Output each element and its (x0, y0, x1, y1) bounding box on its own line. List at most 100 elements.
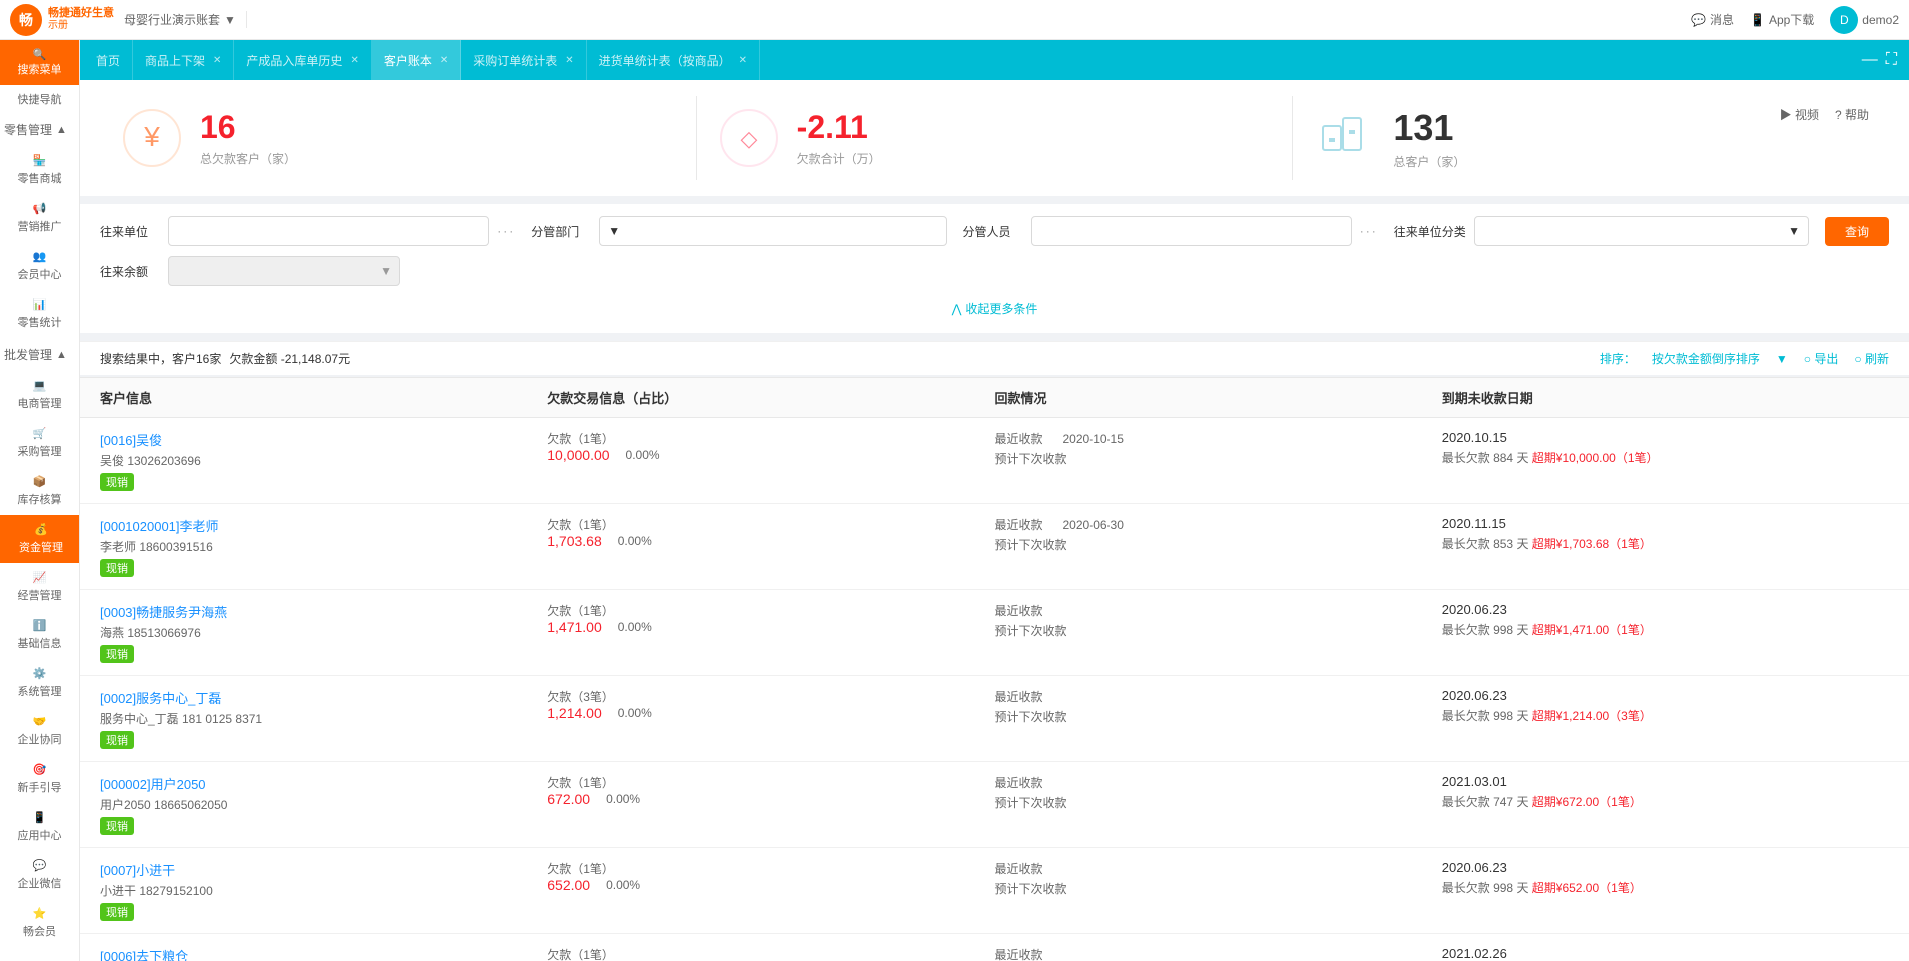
tab-maximize-btn[interactable]: ⛶ (1886, 51, 1897, 69)
user-menu[interactable]: D demo2 (1830, 6, 1899, 34)
stat-top-right: ▶ 视频 ? 帮助 (1780, 106, 1869, 123)
sidebar-item-purchase[interactable]: 🛒 采购管理 (0, 419, 79, 467)
debt-amount-4: 672.00 (547, 791, 590, 807)
sidebar-item-retail-mgmt[interactable]: 零售管理 ▲ (0, 113, 79, 146)
next-payment-5: 预计下次收款 (995, 880, 1442, 897)
customer-name-5[interactable]: [0007]小进干 (100, 860, 547, 879)
overdue-amount-3[interactable]: 超期¥1,214.00（3笔） (1532, 709, 1652, 723)
member-icon: 👥 (33, 250, 47, 263)
sidebar-item-wechat[interactable]: 💬 企业微信 (0, 851, 79, 899)
sidebar-item-cooperation[interactable]: 🤝 企业协同 (0, 707, 79, 755)
due-date-6: 2021.02.26 (1442, 946, 1889, 961)
export-btn[interactable]: ○ 导出 (1804, 350, 1839, 367)
cell-repayment-1: 最近收款 2020-06-30 预计下次收款 (995, 516, 1442, 553)
sidebar-item-business[interactable]: 📈 经营管理 (0, 563, 79, 611)
customer-name-3[interactable]: [0002]服务中心_丁磊 (100, 688, 547, 707)
overdue-amount-0[interactable]: 超期¥10,000.00（1笔） (1532, 451, 1659, 465)
filter-input-person[interactable] (1031, 216, 1352, 246)
sidebar-item-finance[interactable]: 💰 资金管理 (0, 515, 79, 563)
debt-amount-1: 1,703.68 (547, 533, 602, 549)
wholesale-mgmt-label: 批发管理 (4, 346, 52, 363)
next-payment-1: 预计下次收款 (995, 536, 1442, 553)
cell-due-date-1: 2020.11.15 最长欠款 853 天 超期¥1,703.68（1笔） (1442, 516, 1889, 552)
sidebar-item-system[interactable]: ⚙️ 系统管理 (0, 659, 79, 707)
tab-product-shelf-close[interactable]: ✕ (213, 55, 221, 66)
filter-select-unit-type[interactable]: ▼ (1474, 216, 1809, 246)
tab-goods-stats[interactable]: 进货单统计表（按商品） ✕ (587, 40, 760, 80)
sidebar-item-wholesale-mgmt[interactable]: 批发管理 ▲ (0, 338, 79, 371)
sidebar-item-retail-stats[interactable]: 📊 零售统计 (0, 290, 79, 338)
stat-label-total-customers: 总客户（家） (1393, 153, 1465, 170)
query-button[interactable]: 查询 (1825, 217, 1889, 246)
sidebar-item-guide[interactable]: 🎯 新手引导 (0, 755, 79, 803)
tab-purchase-stats-close[interactable]: ✕ (565, 55, 573, 66)
cell-repayment-2: 最近收款 预计下次收款 (995, 602, 1442, 639)
video-icon: ▶ (1780, 108, 1792, 122)
tab-customer-account-close[interactable]: ✕ (440, 55, 448, 66)
basic-info-icon: ℹ️ (33, 619, 47, 632)
customer-name-2[interactable]: [0003]畅捷服务尹海燕 (100, 602, 547, 621)
overdue-amount-2[interactable]: 超期¥1,471.00（1笔） (1532, 623, 1652, 637)
filter-select-dept[interactable]: ▼ (599, 216, 946, 246)
sort-value[interactable]: 按欠款金额倒序排序 (1652, 350, 1760, 367)
tab-product-shelf[interactable]: 商品上下架 ✕ (133, 40, 234, 80)
message-btn[interactable]: 💬 消息 (1691, 11, 1734, 28)
svg-text:◇: ◇ (740, 126, 757, 151)
debt-amount-row-1: 1,703.68 0.00% (547, 533, 994, 549)
tab-customer-account[interactable]: 客户账本 ✕ (372, 40, 461, 80)
cell-repayment-0: 最近收款 2020-10-15 预计下次收款 (995, 430, 1442, 467)
overdue-amount-1[interactable]: 超期¥1,703.68（1笔） (1532, 537, 1652, 551)
collapse-btn[interactable]: ⋀ 收起更多条件 (100, 296, 1889, 321)
overdue-amount-5[interactable]: 超期¥652.00（1笔） (1532, 881, 1642, 895)
sidebar-item-basic-info[interactable]: ℹ️ 基础信息 (0, 611, 79, 659)
result-bar: 搜索结果中，客户16家 欠款金额 -21,148.07元 排序： 按欠款金额倒序… (80, 341, 1909, 375)
tab-home[interactable]: 首页 (84, 40, 133, 80)
sidebar-item-marketing[interactable]: 📢 营销推广 (0, 194, 79, 242)
overdue-amount-4[interactable]: 超期¥672.00（1笔） (1532, 795, 1642, 809)
tab-production-history[interactable]: 产成品入库单历史 ✕ (234, 40, 371, 80)
customer-name-0[interactable]: [0016]吴俊 (100, 430, 547, 449)
help-btn[interactable]: ? 帮助 (1835, 106, 1869, 123)
tab-purchase-stats[interactable]: 采购订单统计表 ✕ (461, 40, 586, 80)
filter-input-unit[interactable] (168, 216, 489, 246)
filter-dots-unit[interactable]: ··· (497, 224, 515, 238)
sidebar-item-vip[interactable]: ⭐ 畅会员 (0, 899, 79, 947)
cell-due-date-3: 2020.06.23 最长欠款 998 天 超期¥1,214.00（3笔） (1442, 688, 1889, 724)
customer-name-1[interactable]: [0001020001]李老师 (100, 516, 547, 535)
tab-minimize-btn[interactable]: — (1862, 51, 1878, 69)
marketing-icon: 📢 (33, 202, 47, 215)
member-label: 会员中心 (18, 266, 62, 282)
stat-info-debt-total: -2.11 欠款合计（万） (797, 109, 881, 167)
sidebar-item-ecommerce[interactable]: 💻 电商管理 (0, 371, 79, 419)
org-selector[interactable]: 母婴行业演示账套 ▼ (114, 11, 247, 28)
system-icon: ⚙️ (33, 667, 47, 680)
debt-amount-row-2: 1,471.00 0.00% (547, 619, 994, 635)
customer-name-6[interactable]: [0006]去下粮仓 (100, 946, 547, 961)
app-download-btn[interactable]: 📱 App下载 (1750, 11, 1814, 28)
help-label: 帮助 (1845, 108, 1869, 122)
sidebar-item-app-center[interactable]: 📱 应用中心 (0, 803, 79, 851)
cell-repayment-4: 最近收款 预计下次收款 (995, 774, 1442, 811)
customer-name-4[interactable]: [000002]用户2050 (100, 774, 547, 793)
refresh-btn[interactable]: ○ 刷新 (1854, 350, 1889, 367)
main-layout: 🔍 搜索菜单 快捷导航 零售管理 ▲ 🏪 零售商城 📢 营销推广 👥 会员中心 (0, 40, 1909, 961)
sidebar-item-inventory[interactable]: 📦 库存核算 (0, 467, 79, 515)
sort-arrow-icon[interactable]: ▼ (1776, 352, 1788, 366)
sidebar-item-member[interactable]: 👥 会员中心 (0, 242, 79, 290)
collapse-arrow-icon: ⋀ (952, 302, 962, 316)
sidebar-item-retail-mall[interactable]: 🏪 零售商城 (0, 146, 79, 194)
system-label: 系统管理 (18, 683, 62, 699)
cell-customer-info-4: [000002]用户2050 用户2050 18665062050 现销 (100, 774, 547, 835)
cell-repayment-6: 最近收款 预计下次收款 (995, 946, 1442, 961)
unit-type-select-arrow: ▼ (1788, 224, 1800, 238)
filter-dots-person[interactable]: ··· (1360, 224, 1378, 238)
org-arrow: ▼ (224, 13, 236, 27)
stat-info-total-customers: 131 总客户（家） (1393, 107, 1465, 170)
video-btn[interactable]: ▶ 视频 (1780, 106, 1819, 123)
tab-production-history-close[interactable]: ✕ (350, 55, 358, 66)
sidebar-search[interactable]: 🔍 搜索菜单 (0, 40, 79, 85)
tab-goods-stats-close[interactable]: ✕ (739, 55, 747, 66)
cell-due-date-0: 2020.10.15 最长欠款 884 天 超期¥10,000.00（1笔） (1442, 430, 1889, 466)
filter-select-balance[interactable] (168, 256, 400, 286)
debt-ratio-5: 0.00% (606, 878, 640, 892)
